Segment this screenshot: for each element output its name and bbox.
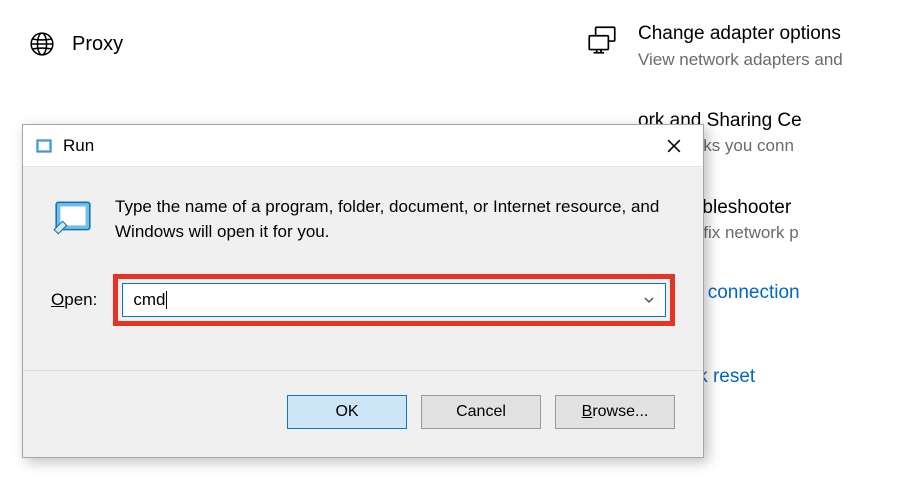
run-title: Run (63, 136, 651, 156)
run-titlebar[interactable]: Run (23, 125, 703, 167)
run-dialog: Run Type the name of a program, folder, … (22, 124, 704, 458)
globe-icon (28, 30, 56, 58)
open-input-highlight: cmd (113, 274, 675, 326)
proxy-label: Proxy (72, 33, 123, 56)
open-input-value: cmd (133, 290, 165, 310)
settings-item-subtitle: View network adapters and (638, 49, 843, 71)
close-button[interactable] (651, 125, 697, 166)
settings-item-adapter[interactable]: Change adapter options View network adap… (584, 22, 900, 71)
run-prompt-text: Type the name of a program, folder, docu… (115, 195, 675, 244)
settings-item-title: Change adapter options (638, 22, 843, 47)
settings-proxy-row[interactable]: Proxy (28, 30, 123, 58)
run-button-row: OK Cancel Browse... (23, 370, 703, 449)
monitor-icon (584, 22, 620, 58)
run-icon (35, 137, 53, 155)
text-cursor (166, 291, 167, 309)
ok-button[interactable]: OK (287, 395, 407, 429)
open-combobox[interactable]: cmd (122, 283, 666, 317)
cancel-button[interactable]: Cancel (421, 395, 541, 429)
run-program-icon (51, 195, 95, 239)
open-label: Open: (51, 290, 97, 310)
browse-button[interactable]: Browse... (555, 395, 675, 429)
chevron-down-icon[interactable] (639, 290, 659, 310)
